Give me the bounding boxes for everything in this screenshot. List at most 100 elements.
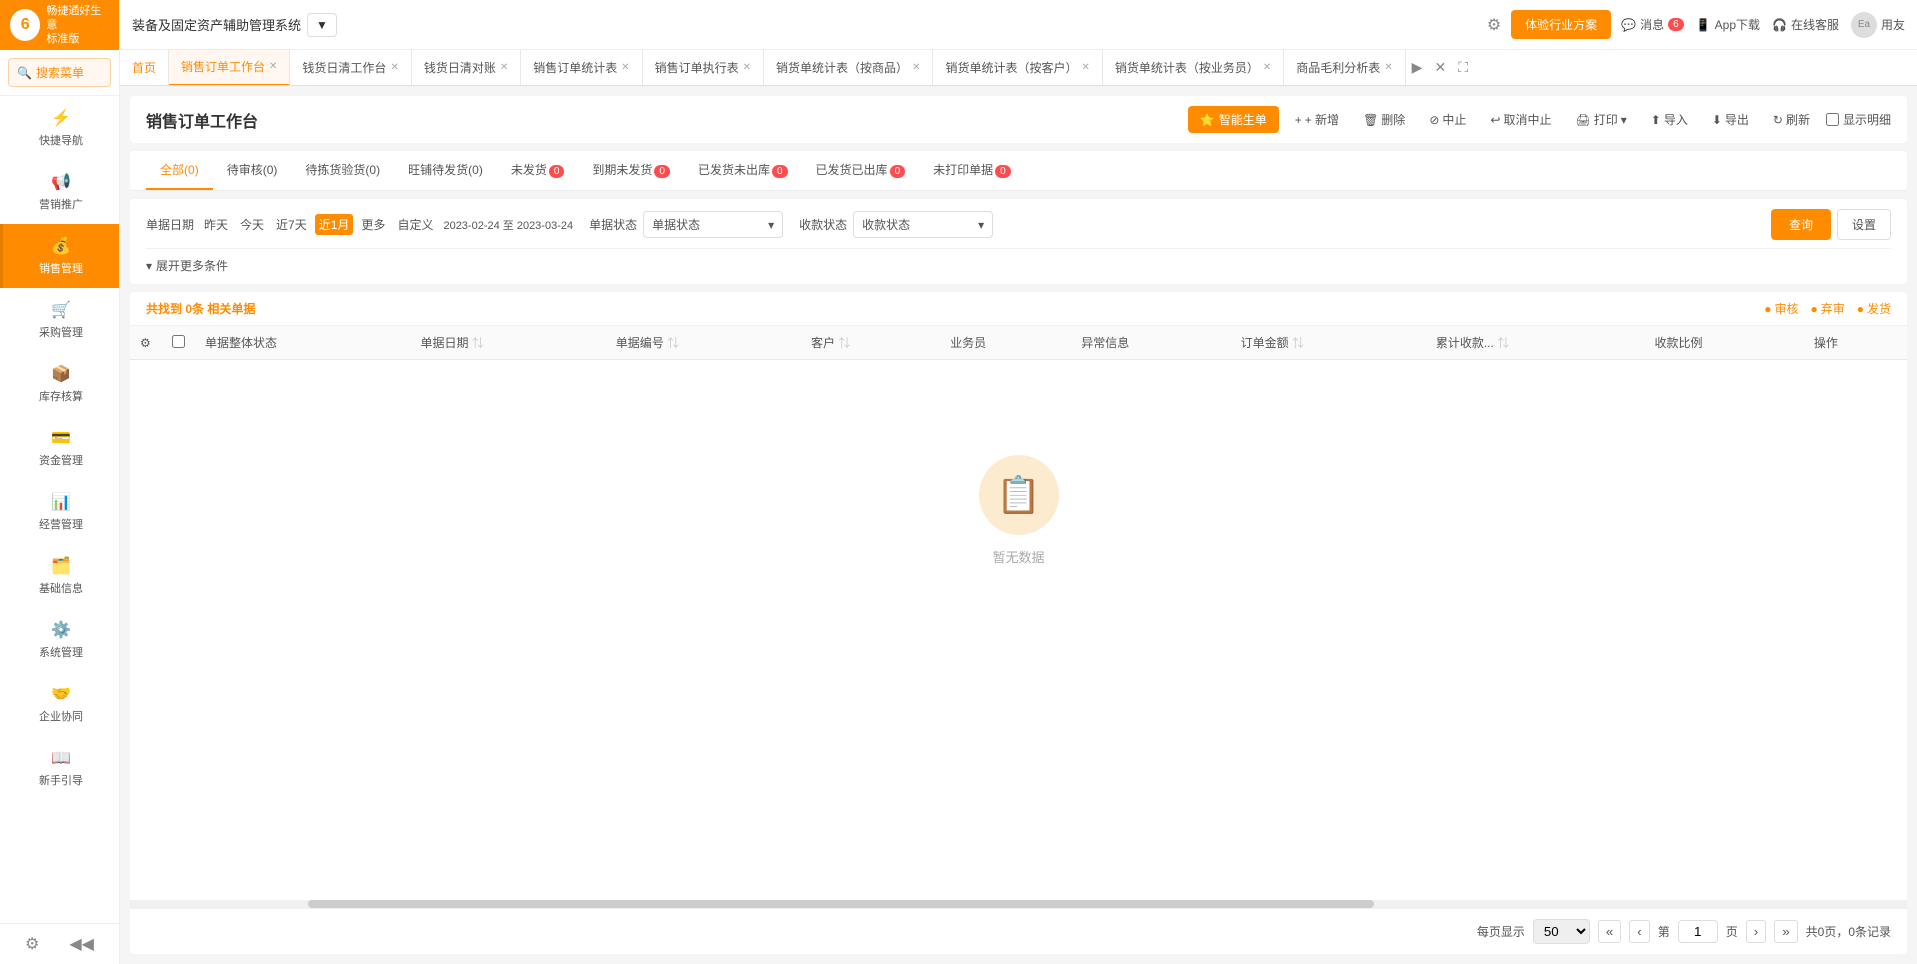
horizontal-scrollbar[interactable] [130, 900, 1907, 908]
date-opt-yesterday[interactable]: 昨天 [200, 214, 232, 235]
tab-close-sales-sum-staff[interactable]: ✕ [1263, 62, 1271, 73]
search-icon: 🔍 [17, 66, 32, 80]
sub-tab-shipped-out[interactable]: 已发货已出库0 [802, 151, 920, 190]
stop-button[interactable]: ⊘ 中止 [1421, 107, 1474, 132]
sidebar-item-finance[interactable]: 💳 资金管理 [0, 416, 119, 480]
set-button[interactable]: 设置 [1837, 209, 1891, 240]
sidebar-item-basic[interactable]: 🗂️ 基础信息 [0, 544, 119, 608]
sidebar-item-purchase[interactable]: 🛒 采购管理 [0, 288, 119, 352]
tabs-close-all-button[interactable]: ✕ [1428, 50, 1452, 86]
tab-close-product-margin[interactable]: ✕ [1384, 62, 1392, 73]
sub-tab-pending-review[interactable]: 待审核(0) [213, 151, 292, 190]
config-icon[interactable]: ⚙ [140, 336, 151, 350]
new-button[interactable]: + + 新增 [1287, 107, 1347, 132]
first-page-button[interactable]: « [1598, 920, 1621, 943]
page-number-input[interactable] [1678, 920, 1718, 943]
sidebar-item-inventory[interactable]: 📦 库存核算 [0, 352, 119, 416]
sub-tab-shipped-not-out[interactable]: 已发货未出库0 [684, 151, 802, 190]
collapse-button[interactable]: ◀◀ [69, 934, 94, 954]
payment-select[interactable]: 收款状态 ▾ [853, 211, 993, 238]
system-dropdown-button[interactable]: ▼ [307, 13, 337, 37]
sidebar-item-enterprise[interactable]: 🤝 企业协同 [0, 672, 119, 736]
customer-sort-icon[interactable]: ⇅ [838, 336, 850, 350]
tab-sales-sum-product[interactable]: 销货单统计表（按商品） ✕ [764, 50, 933, 86]
select-all-checkbox[interactable] [172, 335, 185, 348]
phone-icon: 📱 [1696, 18, 1711, 32]
sub-tab-pending-inspection[interactable]: 待拣货验货(0) [291, 151, 394, 190]
page-actions: ⭐ 智能生单 + + 新增 🗑 删除 ⊘ 中止 ↩ 取消中止 [1188, 106, 1891, 133]
prev-page-button[interactable]: ‹ [1629, 920, 1649, 943]
cancel-stop-button[interactable]: ↩ 取消中止 [1482, 107, 1559, 132]
sub-tab-all[interactable]: 全部(0) [146, 151, 213, 190]
tab-sales-sum-staff[interactable]: 销货单统计表（按业务员） ✕ [1103, 50, 1284, 86]
review-action-button[interactable]: ● 审核 [1764, 300, 1798, 317]
message-badge: 6 [1668, 18, 1684, 31]
tab-home[interactable]: 首页 [120, 50, 169, 86]
number-sort-icon[interactable]: ⇅ [667, 336, 679, 350]
query-button[interactable]: 查询 [1771, 209, 1831, 240]
tabs-scroll-right-button[interactable]: ▶ [1406, 50, 1429, 86]
tab-sales-stat[interactable]: 销售订单统计表 ✕ [521, 50, 642, 86]
topbar-gear-button[interactable]: ⚙ [1487, 15, 1501, 35]
show-detail-label[interactable]: 显示明细 [1826, 111, 1891, 128]
tab-cash-reconcile[interactable]: 钱货日清对账 ✕ [412, 50, 521, 86]
filter-area: 单据日期 昨天 今天 近7天 近1月 更多 自定义 2023-02-24 至 2… [130, 199, 1907, 284]
date-opt-today[interactable]: 今天 [236, 214, 268, 235]
smart-generate-button[interactable]: ⭐ 智能生单 [1188, 106, 1279, 133]
inventory-icon: 📦 [51, 364, 71, 384]
sidebar-item-sales[interactable]: 💰 销售管理 [0, 224, 119, 288]
date-opt-1month[interactable]: 近1月 [315, 214, 354, 235]
sub-tab-unprinted[interactable]: 未打印单据0 [919, 151, 1025, 190]
sub-tab-wangpu[interactable]: 旺铺待发货(0) [394, 151, 497, 190]
next-page-button[interactable]: › [1746, 920, 1766, 943]
tab-product-margin[interactable]: 商品毛利分析表 ✕ [1284, 50, 1405, 86]
refresh-button[interactable]: ↻ 刷新 [1765, 107, 1818, 132]
tab-close-sales-stat[interactable]: ✕ [621, 62, 629, 73]
delete-button[interactable]: 🗑 删除 [1355, 107, 1413, 132]
date-opt-custom[interactable]: 自定义 [393, 214, 437, 235]
online-service-button[interactable]: 🎧 在线客服 [1772, 16, 1839, 33]
settings-bottom-button[interactable]: ⚙ [25, 934, 39, 954]
last-page-button[interactable]: » [1774, 920, 1797, 943]
sidebar-item-marketing[interactable]: 📢 营销推广 [0, 160, 119, 224]
tab-sales-workbench[interactable]: 销售订单工作台 ✕ [169, 50, 290, 86]
tab-close-cash-daily[interactable]: ✕ [390, 62, 398, 73]
date-opt-more[interactable]: 更多 [357, 214, 389, 235]
scrollbar-thumb[interactable] [308, 900, 1374, 908]
page-size-select[interactable]: 20 50 100 [1533, 919, 1590, 944]
headset-icon: 🎧 [1772, 18, 1787, 32]
export-button[interactable]: ⬇ 导出 [1704, 107, 1757, 132]
import-button[interactable]: ⬆ 导入 [1643, 107, 1696, 132]
sidebar-item-quick-nav[interactable]: ⚡ 快捷导航 [0, 96, 119, 160]
show-detail-checkbox[interactable] [1826, 113, 1839, 126]
cumulative-sort-icon[interactable]: ⇅ [1497, 336, 1509, 350]
sub-tab-unshipped[interactable]: 未发货0 [497, 151, 579, 190]
tab-close-sales-sum-customer[interactable]: ✕ [1081, 62, 1089, 73]
tab-close-sales-exec[interactable]: ✕ [743, 62, 751, 73]
ship-action-button[interactable]: ● 发货 [1857, 300, 1891, 317]
user-menu-button[interactable]: Ea 用友 [1851, 12, 1905, 38]
cancel-review-action-button[interactable]: ● 弃审 [1810, 300, 1844, 317]
message-button[interactable]: 💬 消息 6 [1621, 16, 1684, 33]
tab-close-cash-reconcile[interactable]: ✕ [500, 62, 508, 73]
print-button[interactable]: 🖨 打印 ▾ [1567, 107, 1634, 132]
tab-close-sales-workbench[interactable]: ✕ [269, 61, 277, 72]
status-select[interactable]: 单据状态 ▾ [643, 211, 783, 238]
sidebar-item-operations[interactable]: 📊 经营管理 [0, 480, 119, 544]
app-download-button[interactable]: 📱 App下载 [1696, 16, 1760, 33]
expand-more-conditions[interactable]: ▾ 展开更多条件 [146, 248, 1891, 274]
date-sort-icon[interactable]: ⇅ [472, 336, 484, 350]
tabs-maximize-button[interactable]: ⛶ [1452, 50, 1474, 86]
tab-cash-daily[interactable]: 钱货日清工作台 ✕ [290, 50, 411, 86]
industry-solution-button[interactable]: 体验行业方案 [1511, 10, 1611, 39]
sidebar-item-system[interactable]: ⚙️ 系统管理 [0, 608, 119, 672]
total-records: 共0页，0条记录 [1806, 923, 1891, 940]
tab-sales-sum-customer[interactable]: 销货单统计表（按客户） ✕ [933, 50, 1102, 86]
sidebar-item-guide[interactable]: 📖 新手引导 [0, 736, 119, 800]
tab-sales-exec[interactable]: 销售订单执行表 ✕ [643, 50, 764, 86]
date-opt-7days[interactable]: 近7天 [272, 214, 311, 235]
tab-close-sales-sum-product[interactable]: ✕ [912, 62, 920, 73]
search-menu-button[interactable]: 🔍 搜索菜单 [8, 58, 111, 87]
amount-sort-icon[interactable]: ⇅ [1292, 336, 1304, 350]
sub-tab-overdue-unshipped[interactable]: 到期未发货0 [578, 151, 684, 190]
